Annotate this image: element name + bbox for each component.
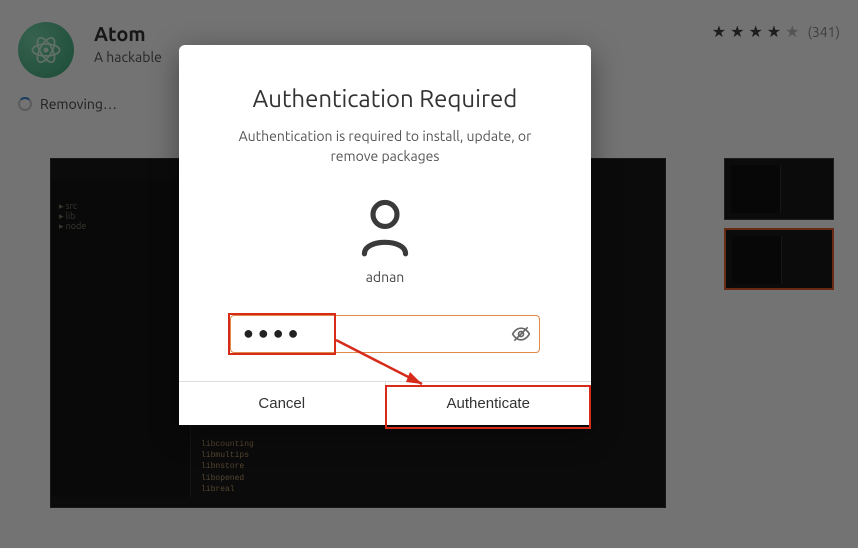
dialog-subtitle: Authentication is required to install, u…	[207, 126, 563, 167]
authenticate-button[interactable]: Authenticate	[385, 382, 592, 425]
dialog-title: Authentication Required	[207, 85, 563, 112]
cancel-button[interactable]: Cancel	[179, 382, 385, 425]
auth-dialog: Authentication Required Authentication i…	[179, 45, 591, 425]
password-input[interactable]	[230, 315, 540, 353]
password-field-wrap	[230, 315, 540, 353]
toggle-visibility-icon[interactable]	[510, 323, 532, 345]
dialog-actions: Cancel Authenticate	[179, 381, 591, 425]
user-icon	[207, 199, 563, 259]
username-label: adnan	[207, 269, 563, 285]
